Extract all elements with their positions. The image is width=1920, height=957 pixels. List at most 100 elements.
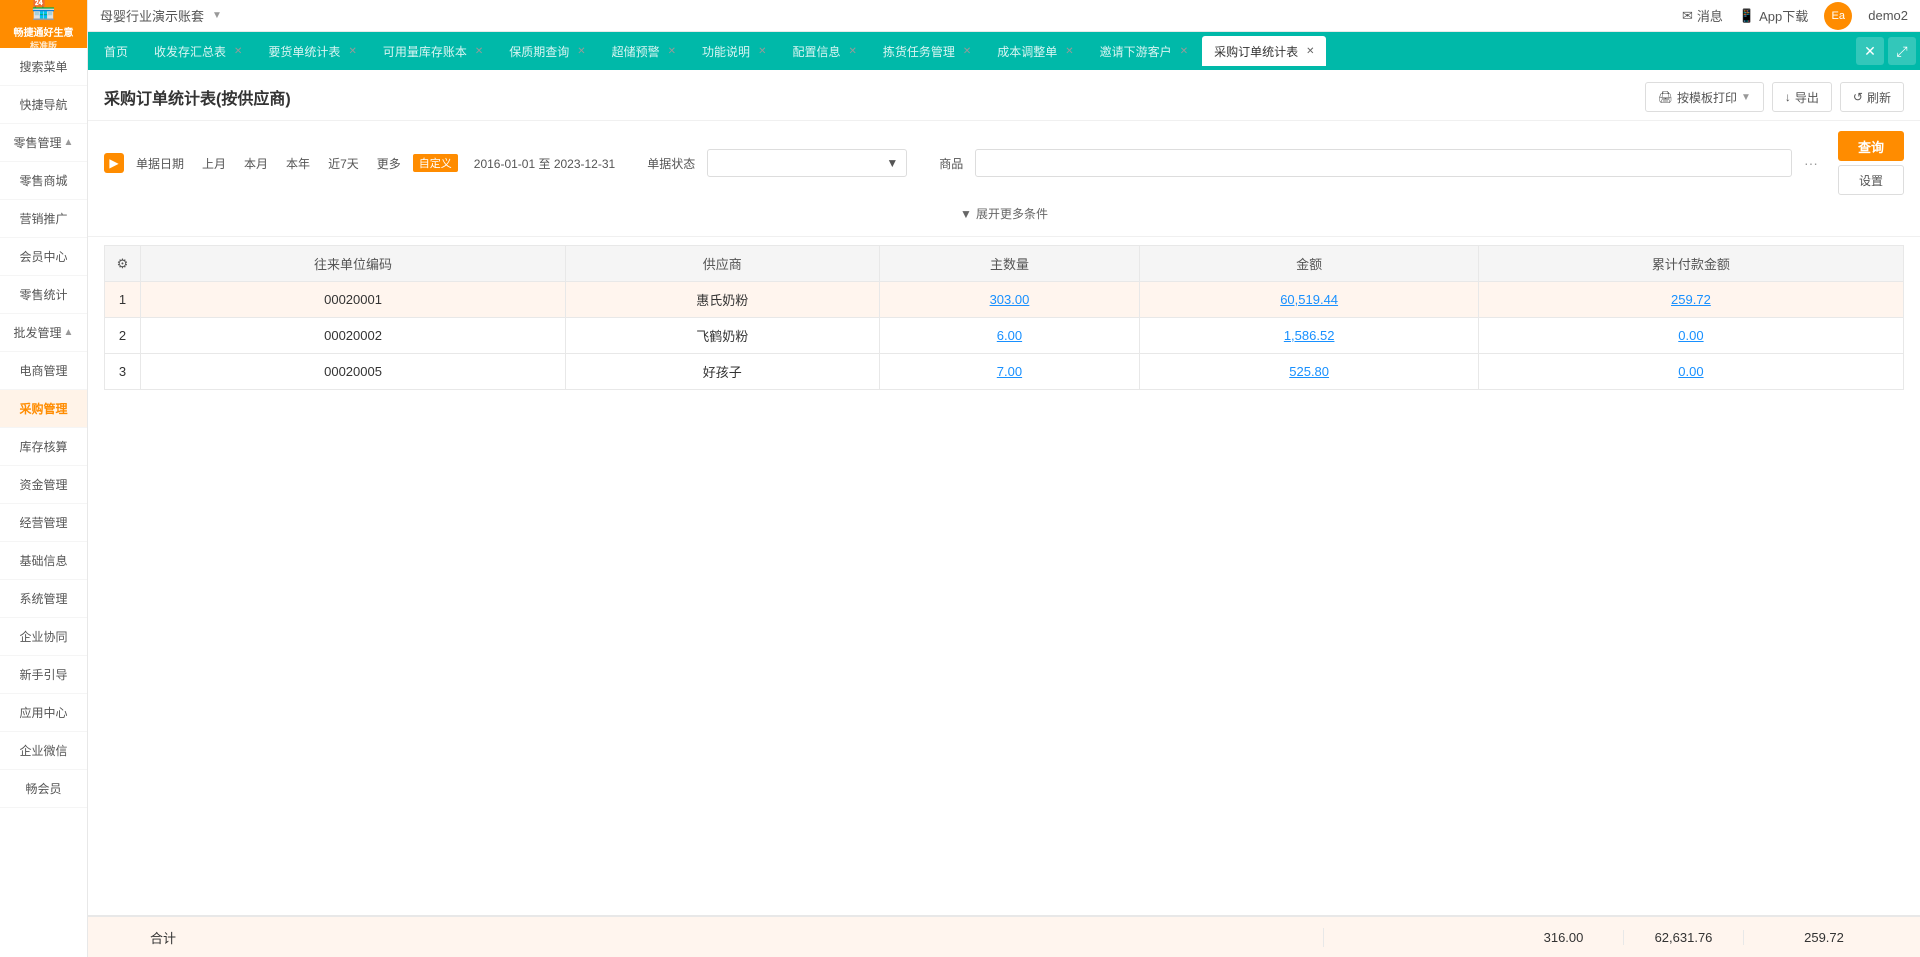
shortcut-this-year[interactable]: 本年 <box>280 153 316 174</box>
nav-tab-close-1[interactable]: ✕ <box>234 46 242 57</box>
table-body: 1 00020001 惠氏奶粉 303.00 60,519.44 259.72 … <box>105 282 1904 390</box>
nav-tab-close-10[interactable]: ✕ <box>1180 46 1188 57</box>
sidebar-item-13[interactable]: 基础信息 <box>0 542 87 580</box>
shortcut-7days[interactable]: 近7天 <box>322 153 365 174</box>
nav-tab-7[interactable]: 配置信息✕ <box>780 36 868 66</box>
sidebar-item-label-1: 快捷导航 <box>19 96 67 113</box>
sidebar-item-14[interactable]: 系统管理 <box>0 580 87 618</box>
row-quantity-0[interactable]: 303.00 <box>879 282 1140 318</box>
shortcut-more[interactable]: 更多 <box>371 153 407 174</box>
nav-tab-10[interactable]: 邀请下游客户✕ <box>1088 36 1200 66</box>
nav-tab-label-2: 要货单统计表 <box>268 43 340 60</box>
sidebar-item-10[interactable]: 库存核算 <box>0 428 87 466</box>
sidebar-item-16[interactable]: 新手引导 <box>0 656 87 694</box>
nav-tab-close-11[interactable]: ✕ <box>1306 46 1314 57</box>
goods-more-icon[interactable]: ··· <box>1804 155 1818 171</box>
sidebar-item-1[interactable]: 快捷导航 <box>0 86 87 124</box>
sidebar-item-12[interactable]: 经营管理 <box>0 504 87 542</box>
footer-quantity: 316.00 <box>1504 930 1624 945</box>
nav-tab-label-3: 可用量库存账本 <box>383 43 467 60</box>
nav-tab-4[interactable]: 保质期查询✕ <box>497 36 597 66</box>
row-num-1: 2 <box>105 318 141 354</box>
refresh-button[interactable]: ↺ 刷新 <box>1840 82 1904 112</box>
query-button[interactable]: 查询 <box>1838 131 1904 161</box>
nav-tab-close-2[interactable]: ✕ <box>348 46 356 57</box>
col-settings[interactable]: ⚙ <box>105 246 141 282</box>
close-tab-button[interactable]: ✕ <box>1856 37 1884 65</box>
message-button[interactable]: ✉ 消息 <box>1682 6 1723 25</box>
sidebar-item-label-8: 电商管理 <box>19 362 67 379</box>
sidebar-item-5[interactable]: 会员中心 <box>0 238 87 276</box>
nav-tab-close-3[interactable]: ✕ <box>475 46 483 57</box>
row-paid-1[interactable]: 0.00 <box>1478 318 1903 354</box>
filter-toggle-button[interactable]: ▶ <box>104 153 124 173</box>
row-supplier-0: 惠氏奶粉 <box>566 282 879 318</box>
nav-tab-label-9: 成本调整单 <box>997 43 1057 60</box>
sidebar-item-8[interactable]: 电商管理 <box>0 352 87 390</box>
nav-tab-close-9[interactable]: ✕ <box>1065 46 1073 57</box>
row-amount-0[interactable]: 60,519.44 <box>1140 282 1478 318</box>
export-button[interactable]: ↓ 导出 <box>1772 82 1832 112</box>
nav-tab-label-1: 收发存汇总表 <box>154 43 226 60</box>
col-code-header: 往来单位编码 <box>141 246 566 282</box>
sidebar-item-18[interactable]: 企业微信 <box>0 732 87 770</box>
status-select[interactable]: ▼ <box>707 149 907 177</box>
nav-tab-11[interactable]: 采购订单统计表✕ <box>1202 36 1326 66</box>
sidebar-item-label-3: 零售商城 <box>19 172 67 189</box>
nav-tab-close-7[interactable]: ✕ <box>848 46 856 57</box>
row-amount-2[interactable]: 525.80 <box>1140 354 1478 390</box>
nav-tab-5[interactable]: 超储预警 ✕ <box>600 36 688 66</box>
sidebar-item-2[interactable]: 零售管理▲ <box>0 124 87 162</box>
sidebar-item-label-18: 企业微信 <box>19 742 67 759</box>
settings-button[interactable]: 设置 <box>1838 165 1904 195</box>
app-download-button[interactable]: 📱 App下载 <box>1739 6 1808 25</box>
nav-tab-2[interactable]: 要货单统计表 ✕ <box>256 36 368 66</box>
sidebar-item-11[interactable]: 资金管理 <box>0 466 87 504</box>
table-row: 1 00020001 惠氏奶粉 303.00 60,519.44 259.72 <box>105 282 1904 318</box>
workspace-selector[interactable]: 母婴行业演示账套 ▼ <box>100 6 222 25</box>
row-amount-1[interactable]: 1,586.52 <box>1140 318 1478 354</box>
nav-tab-1[interactable]: 收发存汇总表 ✕ <box>142 36 254 66</box>
sidebar-item-3[interactable]: 零售商城 <box>0 162 87 200</box>
goods-filter-input[interactable] <box>975 149 1792 177</box>
user-avatar[interactable]: Ea <box>1824 2 1852 30</box>
row-paid-0[interactable]: 259.72 <box>1478 282 1903 318</box>
nav-tab-close-6[interactable]: ✕ <box>758 46 766 57</box>
row-paid-2[interactable]: 0.00 <box>1478 354 1903 390</box>
sidebar-item-7[interactable]: 批发管理▲ <box>0 314 87 352</box>
filter-row-1: ▶ 单据日期 上月 本月 本年 近7天 更多 自定义 2016-01-01 至 … <box>104 131 1904 195</box>
status-select-arrow: ▼ <box>886 156 898 170</box>
sidebar-item-0[interactable]: 搜索菜单 <box>0 48 87 86</box>
custom-date-badge[interactable]: 自定义 <box>413 154 458 172</box>
expand-tab-button[interactable]: ⤢ <box>1888 37 1916 65</box>
download-icon: 📱 <box>1739 8 1755 24</box>
sidebar-item-19[interactable]: 畅会员 <box>0 770 87 808</box>
sidebar-item-label-4: 营销推广 <box>19 210 67 227</box>
content-area: 采购订单统计表(按供应商) 🖨 按模板打印 ▼ ↓ 导出 ↺ 刷新 <box>88 70 1920 957</box>
nav-tab-6[interactable]: 功能说明✕ <box>690 36 778 66</box>
nav-tab-8[interactable]: 拣货任务管理✕ <box>871 36 983 66</box>
sidebar-item-9[interactable]: 采购管理 <box>0 390 87 428</box>
nav-tab-close-8[interactable]: ✕ <box>963 46 971 57</box>
footer-amount: 62,631.76 <box>1624 930 1744 945</box>
nav-tab-0[interactable]: 首页 <box>92 36 140 66</box>
nav-tab-close-5[interactable]: ✕ <box>668 46 676 57</box>
nav-tab-label-5: 超储预警 <box>612 43 660 60</box>
table-row: 2 00020002 飞鹤奶粉 6.00 1,586.52 0.00 <box>105 318 1904 354</box>
sidebar-item-17[interactable]: 应用中心 <box>0 694 87 732</box>
sidebar-item-6[interactable]: 零售统计 <box>0 276 87 314</box>
row-quantity-2[interactable]: 7.00 <box>879 354 1140 390</box>
status-filter-label: 单据状态 <box>647 155 695 172</box>
expand-more-button[interactable]: ▼ 展开更多条件 <box>104 201 1904 226</box>
shortcut-this-month[interactable]: 本月 <box>238 153 274 174</box>
logo-icon: 🏪 <box>31 0 56 22</box>
nav-tab-3[interactable]: 可用量库存账本 ✕ <box>371 36 495 66</box>
sidebar-item-4[interactable]: 营销推广 <box>0 200 87 238</box>
page-title: 采购订单统计表(按供应商) <box>104 85 291 109</box>
nav-tab-close-4[interactable]: ✕ <box>577 46 585 57</box>
row-quantity-1[interactable]: 6.00 <box>879 318 1140 354</box>
shortcut-last-month[interactable]: 上月 <box>196 153 232 174</box>
template-print-button[interactable]: 🖨 按模板打印 ▼ <box>1645 82 1764 112</box>
sidebar-item-15[interactable]: 企业协同 <box>0 618 87 656</box>
nav-tab-9[interactable]: 成本调整单 ✕ <box>985 36 1085 66</box>
